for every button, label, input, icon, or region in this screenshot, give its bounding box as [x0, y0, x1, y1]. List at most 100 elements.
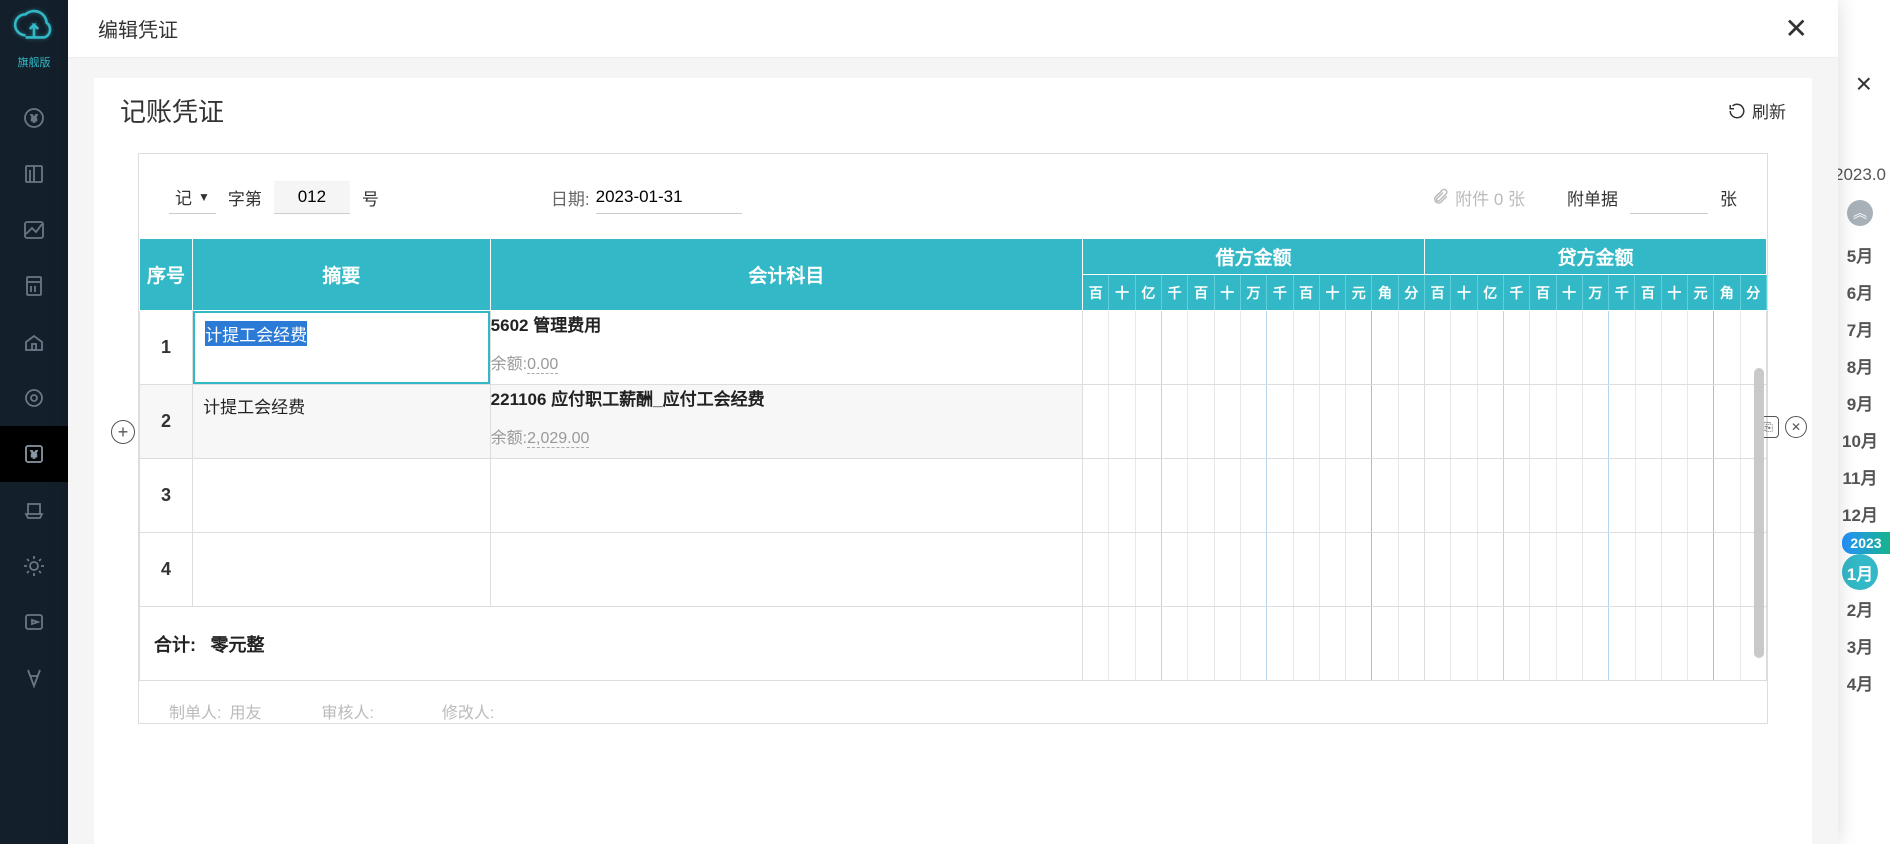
- svg-text:¥: ¥: [30, 450, 37, 461]
- add-row-button[interactable]: +: [111, 420, 135, 444]
- th-credit: 贷方金额: [1425, 239, 1767, 275]
- voucher-meta: 记 ▼ 字第 号 日期: 附件 0 张 附单据: [139, 180, 1767, 238]
- total-credit: [1425, 607, 1767, 681]
- total-words: 零元整: [200, 635, 264, 655]
- th-seq: 序号: [140, 239, 193, 311]
- month-4[interactable]: 4月: [1830, 664, 1890, 701]
- month-picker: 2023.0 ︽ 5月 6月 7月 8月 9月 10月 11月 12月 2023…: [1830, 165, 1890, 701]
- table-row: 4: [140, 533, 1767, 607]
- voucher-type-select[interactable]: 记 ▼: [169, 180, 216, 214]
- subject-cell[interactable]: 221106 应付职工薪酬_应付工会经费余额:2,029.00: [490, 385, 1082, 459]
- panel-title: 记账凭证: [120, 92, 224, 129]
- table-row: 3: [140, 459, 1767, 533]
- seq-cell: 4: [140, 533, 193, 607]
- nav-item-8[interactable]: [0, 482, 68, 538]
- subject-cell[interactable]: [490, 533, 1082, 607]
- amount-cell[interactable]: [1083, 311, 1425, 385]
- nav-item-7[interactable]: ¥: [0, 426, 68, 482]
- app-version: 旗舰版: [18, 54, 51, 70]
- modal-body: 记账凭证 刷新 记 ▼ 字第 号 日期:: [68, 58, 1838, 844]
- month-12[interactable]: 12月: [1830, 495, 1890, 532]
- voucher-type-value: 记: [175, 184, 192, 209]
- th-debit: 借方金额: [1083, 239, 1425, 275]
- nav-item-1[interactable]: ¥: [0, 90, 68, 146]
- zhang-label: 张: [1720, 185, 1737, 210]
- seq-cell: 3: [140, 459, 193, 533]
- sidebar: ¥ 旗舰版 ¥ ¥: [0, 0, 68, 844]
- summary-cell[interactable]: 计提工会经费: [193, 311, 491, 385]
- month-6[interactable]: 6月: [1830, 273, 1890, 310]
- year-select[interactable]: 2023.0: [1834, 165, 1886, 185]
- table-row: 1计提工会经费5602 管理费用余额:0.00: [140, 311, 1767, 385]
- th-summary: 摘要: [193, 239, 491, 311]
- refresh-label: 刷新: [1752, 98, 1786, 123]
- nav-item-10[interactable]: [0, 594, 68, 650]
- amount-cell[interactable]: [1083, 459, 1425, 533]
- month-3[interactable]: 3月: [1830, 627, 1890, 664]
- voucher-number-input[interactable]: [274, 181, 350, 214]
- nav-item-3[interactable]: [0, 202, 68, 258]
- balance-text: 余额:0.00: [491, 350, 1082, 374]
- month-9[interactable]: 9月: [1830, 384, 1890, 421]
- modal-title: 编辑凭证: [98, 14, 178, 43]
- month-10[interactable]: 10月: [1830, 421, 1890, 458]
- refresh-icon: [1728, 102, 1746, 120]
- nav-item-9[interactable]: [0, 538, 68, 594]
- month-2[interactable]: 2月: [1830, 590, 1890, 627]
- summary-text: 计提工会经费: [193, 385, 490, 426]
- edit-voucher-modal: 编辑凭证 ✕ 记账凭证 刷新 记 ▼ 字第 号: [68, 0, 1838, 844]
- nav-item-6[interactable]: [0, 370, 68, 426]
- modifier-label: 修改人:: [442, 699, 494, 723]
- scrollbar-thumb[interactable]: [1754, 368, 1764, 658]
- nav-item-11[interactable]: [0, 650, 68, 706]
- voucher-panel: 记账凭证 刷新 记 ▼ 字第 号 日期:: [94, 78, 1812, 844]
- close-icon[interactable]: ✕: [1785, 15, 1808, 43]
- bg-tab-close-icon[interactable]: ×: [1856, 68, 1872, 100]
- panel-top: 记账凭证 刷新: [94, 78, 1812, 135]
- summary-text: [193, 533, 490, 549]
- voucher-table-wrap: + ⎘ ✕ 序号 摘要: [139, 238, 1767, 681]
- summary-cell[interactable]: 计提工会经费: [193, 385, 491, 459]
- nav-item-2[interactable]: [0, 146, 68, 202]
- attach-sheet-label: 附单据: [1567, 185, 1618, 210]
- preparer-value: 用友: [229, 699, 261, 723]
- amount-cell[interactable]: [1425, 533, 1767, 607]
- zidi-label: 字第: [228, 185, 262, 210]
- amount-cell[interactable]: [1083, 533, 1425, 607]
- footer-meta: 制单人:用友 审核人: 修改人:: [139, 681, 1767, 723]
- reviewer-label: 审核人:: [321, 699, 373, 723]
- total-debit: [1083, 607, 1425, 681]
- attachment-link[interactable]: 附件 0 张: [1431, 185, 1525, 210]
- nav-item-4[interactable]: [0, 258, 68, 314]
- th-subject: 会计科目: [490, 239, 1082, 311]
- summary-cell[interactable]: [193, 459, 491, 533]
- date-label: 日期:: [551, 185, 590, 210]
- month-7[interactable]: 7月: [1830, 310, 1890, 347]
- total-label: 合计:: [140, 635, 196, 655]
- summary-cell[interactable]: [193, 533, 491, 607]
- amount-cell[interactable]: [1425, 385, 1767, 459]
- amount-cell[interactable]: [1425, 311, 1767, 385]
- subject-cell[interactable]: 5602 管理费用余额:0.00: [490, 311, 1082, 385]
- month-5[interactable]: 5月: [1830, 236, 1890, 273]
- month-8[interactable]: 8月: [1830, 347, 1890, 384]
- month-1[interactable]: 1月: [1842, 554, 1878, 590]
- voucher-table: 序号 摘要 会计科目 借方金额 贷方金额 百十亿千百十万千百十元角分 百十亿千百…: [139, 238, 1767, 681]
- amount-cell[interactable]: [1425, 459, 1767, 533]
- amount-cell[interactable]: [1083, 385, 1425, 459]
- balance-text: 余额:2,029.00: [491, 424, 1082, 448]
- delete-row-button[interactable]: ✕: [1785, 416, 1807, 438]
- attach-sheet-input[interactable]: [1630, 181, 1708, 214]
- date-input[interactable]: [596, 181, 742, 214]
- seq-cell: 1: [140, 311, 193, 385]
- month-11[interactable]: 11月: [1830, 458, 1890, 495]
- app-logo: ¥: [13, 8, 55, 50]
- nav-item-5[interactable]: [0, 314, 68, 370]
- month-scroll-up[interactable]: ︽: [1847, 200, 1873, 226]
- seq-cell: 2: [140, 385, 193, 459]
- summary-input[interactable]: 计提工会经费: [193, 311, 490, 384]
- attachment-label: 附件 0 张: [1455, 185, 1525, 210]
- svg-text:¥: ¥: [30, 114, 37, 125]
- subject-cell[interactable]: [490, 459, 1082, 533]
- refresh-button[interactable]: 刷新: [1728, 98, 1786, 123]
